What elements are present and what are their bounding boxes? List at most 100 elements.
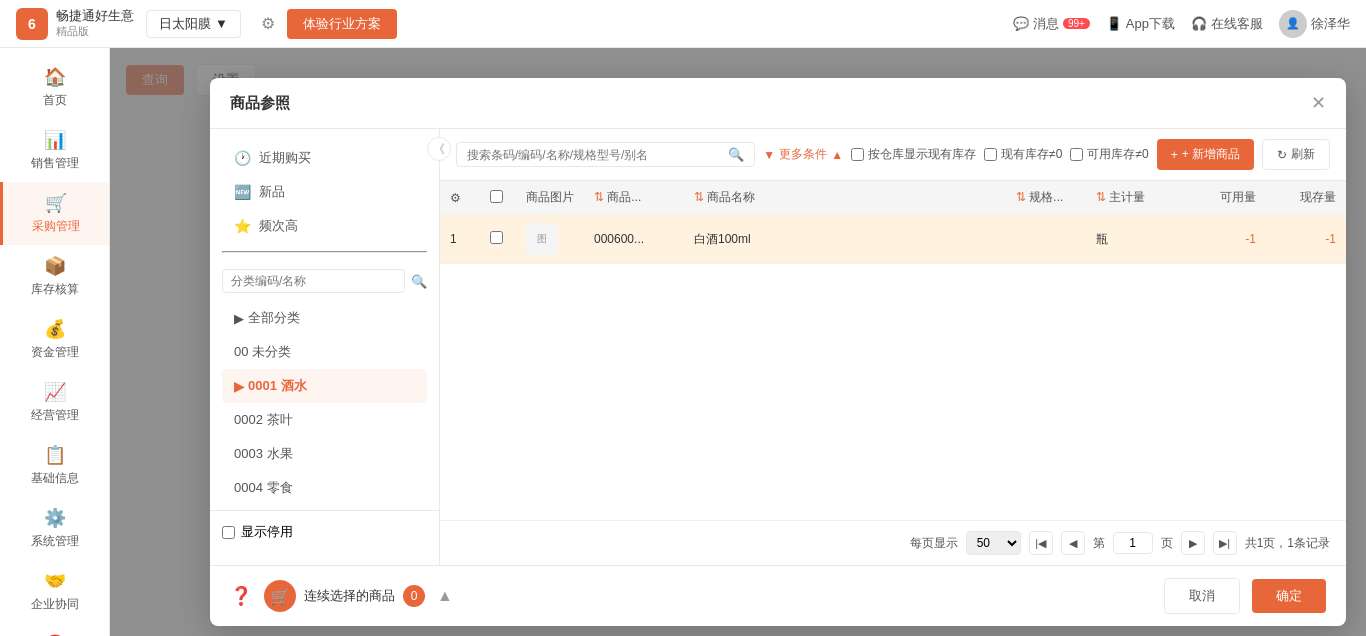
home-icon: 🏠 (44, 66, 66, 88)
app-download-item[interactable]: 📱 App下载 (1106, 15, 1175, 33)
top-nav: 6 畅捷通好生意 精品版 日太阳膜 ▼ ⚙ 体验行业方案 💬 消息 99+ 📱 … (0, 0, 1366, 48)
logo-area: 6 畅捷通好生意 精品版 (16, 8, 134, 40)
cart-area: 🛒 连续选择的商品 0 (264, 580, 425, 612)
sidebar-item-label: 采购管理 (32, 218, 80, 235)
expand-icon[interactable]: ▲ (437, 587, 453, 605)
user-item[interactable]: 👤 徐泽华 (1279, 10, 1350, 38)
sidebar-item-inventory[interactable]: 📦 库存核算 (0, 245, 109, 308)
row-available: -1 (1166, 215, 1266, 264)
confirm-btn[interactable]: 确定 (1252, 579, 1326, 613)
add-product-btn[interactable]: + + 新增商品 (1157, 139, 1254, 170)
table-header-row: ⚙ 商品图片 ⇅ 商品... (440, 181, 1346, 215)
filter-arrow-icon: ▲ (831, 148, 843, 162)
online-service-item[interactable]: 🎧 在线客服 (1191, 15, 1263, 33)
sidebar-item-label: 首页 (43, 92, 67, 109)
category-fruit[interactable]: 0003 水果 (222, 437, 427, 471)
refresh-btn[interactable]: ↻ 刷新 (1262, 139, 1330, 170)
sidebar: 🏠 首页 📊 销售管理 🛒 采购管理 📦 库存核算 💰 资金管理 📈 经营管理 … (0, 48, 110, 636)
product-reference-modal: 商品参照 ✕ 🕐 近期购买 🆕 新品 (210, 78, 1346, 626)
col-unit-header[interactable]: ⇅ 主计量 (1086, 181, 1166, 215)
category-snack[interactable]: 0004 零食 (222, 471, 427, 505)
select-all-checkbox[interactable] (490, 190, 503, 203)
left-panel: 🕐 近期购买 🆕 新品 ⭐ 频次高 (210, 129, 440, 565)
star-icon: ⭐ (234, 218, 251, 234)
cart-icon[interactable]: 🛒 (264, 580, 296, 612)
sidebar-item-operations[interactable]: 📈 经营管理 (0, 371, 109, 434)
basic-icon: 📋 (44, 444, 66, 466)
sidebar-item-collab[interactable]: 🤝 企业协同 (0, 560, 109, 623)
row-checkbox[interactable] (490, 231, 503, 244)
sidebar-item-sales[interactable]: 📊 销售管理 (0, 119, 109, 182)
product-search-bar: 🔍 (456, 142, 755, 167)
sidebar-item-home[interactable]: 🏠 首页 (0, 56, 109, 119)
col-stock-header: 现存量 (1266, 181, 1346, 215)
show-disabled-checkbox[interactable] (222, 526, 235, 539)
per-page-select[interactable]: 50 100 200 (966, 531, 1021, 555)
modal-close-btn[interactable]: ✕ (1311, 92, 1326, 114)
filter-btn[interactable]: ▼ 更多条件 ▲ (763, 146, 843, 163)
last-page-btn[interactable]: ▶| (1213, 531, 1237, 555)
phone-icon: 📱 (1106, 16, 1122, 31)
category-all[interactable]: ▶ 全部分类 (222, 301, 427, 335)
col-code-header[interactable]: ⇅ 商品... (584, 181, 684, 215)
sidebar-item-guide[interactable]: 🎯 新手引导 (0, 623, 109, 636)
message-icon: 💬 (1013, 16, 1029, 31)
sort-icon: ⇅ (594, 190, 604, 204)
left-nav-new-label: 新品 (259, 183, 285, 201)
messages-badge: 99+ (1063, 18, 1090, 29)
filter-nonzero-available[interactable]: 可用库存≠0 (1070, 146, 1148, 163)
product-thumbnail: 图 (526, 223, 558, 255)
filter-by-warehouse[interactable]: 按仓库显示现有库存 (851, 146, 976, 163)
row-image: 图 (516, 215, 584, 264)
left-nav-recent[interactable]: 🕐 近期购买 (222, 141, 427, 175)
left-nav-new[interactable]: 🆕 新品 (222, 175, 427, 209)
row-code: 000600... (584, 215, 684, 264)
messages-item[interactable]: 💬 消息 99+ (1013, 15, 1090, 33)
col-spec-header[interactable]: ⇅ 规格... (1006, 181, 1086, 215)
continuous-select-label: 连续选择的商品 (304, 587, 395, 605)
category-uncategorized[interactable]: 00 未分类 (222, 335, 427, 369)
table-row[interactable]: 1 图 000600... (440, 215, 1346, 264)
search-icon[interactable]: 🔍 (411, 274, 427, 289)
search-bar-icon[interactable]: 🔍 (728, 147, 744, 162)
sidebar-item-basic[interactable]: 📋 基础信息 (0, 434, 109, 497)
next-page-btn[interactable]: ▶ (1181, 531, 1205, 555)
top-nav-right: 💬 消息 99+ 📱 App下载 🎧 在线客服 👤 徐泽华 (1013, 10, 1350, 38)
col-gear: ⚙ (440, 181, 480, 215)
company-dropdown[interactable]: 日太阳膜 ▼ (146, 10, 241, 38)
cancel-btn[interactable]: 取消 (1164, 578, 1240, 614)
left-nav-frequent[interactable]: ⭐ 频次高 (222, 209, 427, 243)
product-search-input[interactable] (467, 148, 722, 162)
triangle-icon: ▶ (234, 311, 244, 326)
active-triangle-icon: ▶ (234, 379, 244, 394)
row-gear: 1 (440, 215, 480, 264)
per-page-label: 每页显示 (910, 535, 958, 552)
left-nav-items: 🕐 近期购买 🆕 新品 ⭐ 频次高 (210, 141, 439, 243)
category-liquor[interactable]: ▶ 0001 酒水 (222, 369, 427, 403)
collapse-panel-btn[interactable]: 《 (427, 137, 451, 161)
category-tea[interactable]: 0002 茶叶 (222, 403, 427, 437)
filter-nonzero-stock[interactable]: 现有库存≠0 (984, 146, 1062, 163)
page-input[interactable] (1113, 532, 1153, 554)
category-search-input[interactable] (222, 269, 405, 293)
sidebar-item-purchase[interactable]: 🛒 采购管理 (0, 182, 109, 245)
sort-icon: ⇅ (1016, 190, 1026, 204)
sidebar-item-finance[interactable]: 💰 资金管理 (0, 308, 109, 371)
cart-count: 0 (403, 585, 425, 607)
new-icon: 🆕 (234, 184, 251, 200)
prev-page-btn[interactable]: ◀ (1061, 531, 1085, 555)
sidebar-item-system[interactable]: ⚙️ 系统管理 (0, 497, 109, 560)
first-page-btn[interactable]: |◀ (1029, 531, 1053, 555)
sort-icon: ⇅ (1096, 190, 1106, 204)
refresh-icon: ↻ (1277, 148, 1287, 162)
footer-actions: 取消 确定 (1164, 578, 1326, 614)
row-spec (1006, 215, 1086, 264)
gear-icon[interactable]: ⚙ (261, 14, 275, 33)
modal-body: 🕐 近期购买 🆕 新品 ⭐ 频次高 (210, 129, 1346, 565)
col-name-header[interactable]: ⇅ 商品名称 (684, 181, 1006, 215)
show-disabled-row: 显示停用 (210, 510, 439, 553)
sidebar-item-label: 企业协同 (31, 596, 79, 613)
product-table-area: ⚙ 商品图片 ⇅ 商品... (440, 181, 1346, 520)
help-icon[interactable]: ❓ (230, 585, 252, 607)
trial-btn[interactable]: 体验行业方案 (287, 9, 397, 39)
